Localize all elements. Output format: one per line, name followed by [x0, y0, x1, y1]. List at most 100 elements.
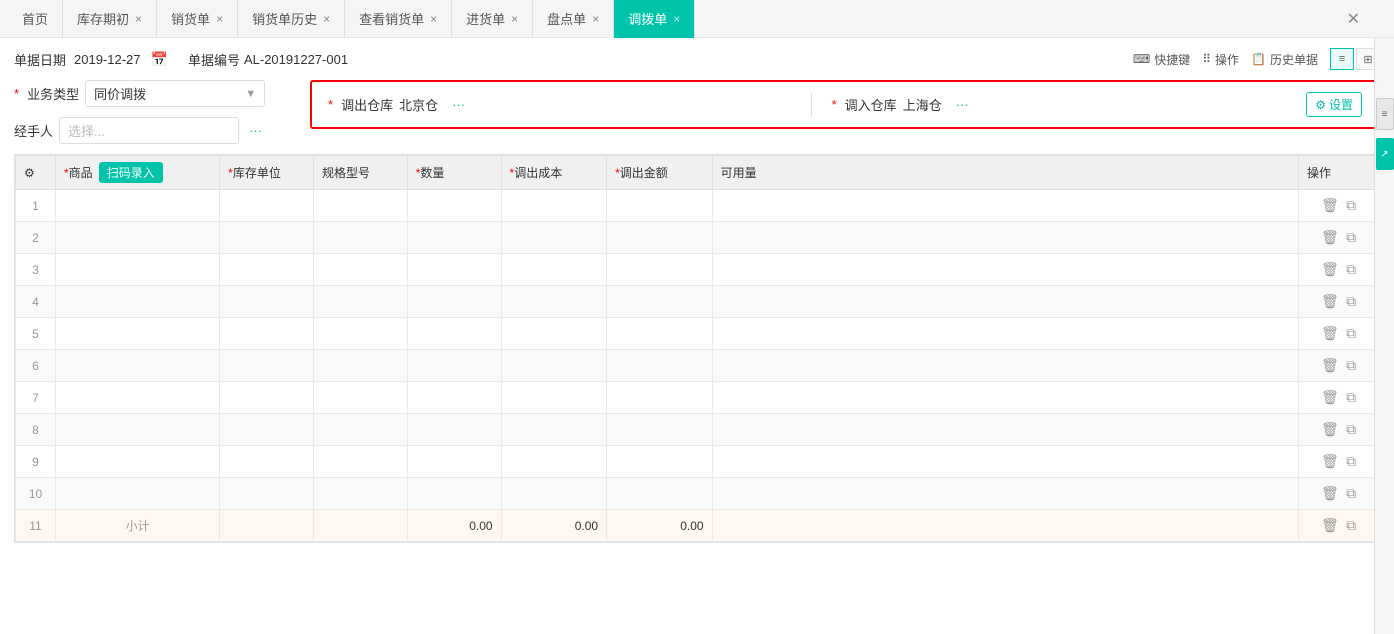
history-button[interactable]: 📋 历史单据	[1251, 51, 1318, 68]
amount-cell[interactable]	[607, 222, 713, 254]
unit-cell[interactable]	[220, 478, 314, 510]
cost-cell[interactable]	[501, 382, 607, 414]
product-cell[interactable]	[56, 478, 220, 510]
delete-row-icon[interactable]: 🗑	[1319, 483, 1341, 503]
unit-cell[interactable]	[220, 382, 314, 414]
tab-close-sales-order[interactable]: ×	[216, 12, 223, 26]
quantity-cell[interactable]	[407, 318, 501, 350]
cost-cell[interactable]	[501, 254, 607, 286]
amount-cell[interactable]	[607, 286, 713, 318]
business-type-select[interactable]: 同价调拨 ▼	[85, 80, 265, 107]
unit-cell[interactable]	[220, 414, 314, 446]
amount-cell[interactable]	[607, 190, 713, 222]
cost-cell[interactable]	[501, 222, 607, 254]
out-warehouse-more-icon[interactable]: ···	[452, 97, 465, 112]
spec-cell[interactable]	[313, 478, 407, 510]
quantity-cell[interactable]	[407, 254, 501, 286]
tab-view-sales[interactable]: 查看销货单 ×	[345, 0, 452, 38]
delete-row-icon[interactable]: 🗑	[1319, 259, 1341, 279]
spec-cell[interactable]	[313, 286, 407, 318]
spec-cell[interactable]	[313, 446, 407, 478]
right-list-tool[interactable]: ≡	[1376, 98, 1394, 130]
shortcut-button[interactable]: ⌨ 快捷键	[1133, 51, 1190, 68]
tab-inventory-check[interactable]: 盘点单 ×	[533, 0, 614, 38]
unit-cell[interactable]	[220, 446, 314, 478]
delete-row-icon[interactable]: 🗑	[1319, 195, 1341, 215]
copy-row-icon[interactable]: ⧉	[1344, 387, 1358, 407]
cost-cell[interactable]	[501, 446, 607, 478]
spec-cell[interactable]	[313, 222, 407, 254]
amount-cell[interactable]	[607, 478, 713, 510]
tab-sales-order[interactable]: 销货单 ×	[157, 0, 238, 38]
copy-row-icon[interactable]: ⧉	[1344, 291, 1358, 311]
spec-cell[interactable]	[313, 254, 407, 286]
product-cell[interactable]	[56, 286, 220, 318]
amount-cell[interactable]	[607, 382, 713, 414]
scan-button[interactable]: 扫码录入	[99, 162, 163, 183]
tab-purchase-order[interactable]: 进货单 ×	[452, 0, 533, 38]
quantity-cell[interactable]	[407, 414, 501, 446]
tab-close-purchase-order[interactable]: ×	[511, 12, 518, 26]
delete-icon[interactable]: 🗑	[1319, 515, 1341, 535]
product-cell[interactable]	[56, 446, 220, 478]
tab-inventory-init[interactable]: 库存期初 ×	[63, 0, 157, 38]
copy-row-icon[interactable]: ⧉	[1344, 227, 1358, 247]
delete-row-icon[interactable]: 🗑	[1319, 227, 1341, 247]
product-cell[interactable]	[56, 350, 220, 382]
copy-row-icon[interactable]: ⧉	[1344, 259, 1358, 279]
amount-cell[interactable]	[607, 318, 713, 350]
product-cell[interactable]	[56, 222, 220, 254]
close-all-tabs-button[interactable]: ✕	[1337, 0, 1370, 38]
spec-cell[interactable]	[313, 190, 407, 222]
quantity-cell[interactable]	[407, 190, 501, 222]
spec-cell[interactable]	[313, 382, 407, 414]
tab-transfer-order[interactable]: 调拨单 ×	[614, 0, 695, 38]
delete-row-icon[interactable]: 🗑	[1319, 387, 1341, 407]
amount-cell[interactable]	[607, 350, 713, 382]
unit-cell[interactable]	[220, 254, 314, 286]
quantity-cell[interactable]	[407, 478, 501, 510]
cost-cell[interactable]	[501, 318, 607, 350]
cost-cell[interactable]	[501, 286, 607, 318]
product-cell[interactable]	[56, 382, 220, 414]
tab-home[interactable]: 首页	[8, 0, 63, 38]
amount-cell[interactable]	[607, 414, 713, 446]
delete-row-icon[interactable]: 🗑	[1319, 451, 1341, 471]
quantity-cell[interactable]	[407, 446, 501, 478]
quantity-cell[interactable]	[407, 350, 501, 382]
handler-select[interactable]: 选择...	[59, 117, 239, 144]
product-cell[interactable]	[56, 190, 220, 222]
quantity-cell[interactable]	[407, 286, 501, 318]
amount-cell[interactable]	[607, 254, 713, 286]
cost-cell[interactable]	[501, 350, 607, 382]
layout-list-button[interactable]: ≡	[1330, 48, 1354, 70]
unit-cell[interactable]	[220, 190, 314, 222]
unit-cell[interactable]	[220, 318, 314, 350]
copy-row-icon[interactable]: ⧉	[1344, 451, 1358, 471]
tab-sales-history[interactable]: 销货单历史 ×	[238, 0, 345, 38]
amount-cell[interactable]	[607, 446, 713, 478]
copy-row-icon[interactable]: ⧉	[1344, 483, 1358, 503]
copy-row-icon[interactable]: ⧉	[1344, 195, 1358, 215]
product-cell[interactable]	[56, 414, 220, 446]
spec-cell[interactable]	[313, 318, 407, 350]
tab-close-transfer-order[interactable]: ×	[673, 12, 680, 26]
cost-cell[interactable]	[501, 190, 607, 222]
product-cell[interactable]	[56, 254, 220, 286]
spec-cell[interactable]	[313, 414, 407, 446]
unit-cell[interactable]	[220, 222, 314, 254]
delete-row-icon[interactable]: 🗑	[1319, 355, 1341, 375]
unit-cell[interactable]	[220, 286, 314, 318]
in-warehouse-more-icon[interactable]: ···	[956, 97, 969, 112]
operation-button[interactable]: ⠿ 操作	[1202, 51, 1239, 68]
delete-row-icon[interactable]: 🗑	[1319, 419, 1341, 439]
delete-row-icon[interactable]: 🗑	[1319, 291, 1341, 311]
tab-close-sales-history[interactable]: ×	[323, 12, 330, 26]
quantity-cell[interactable]	[407, 222, 501, 254]
spec-cell[interactable]	[313, 350, 407, 382]
tab-close-view-sales[interactable]: ×	[430, 12, 437, 26]
product-cell[interactable]	[56, 318, 220, 350]
right-expand-tool[interactable]: ↗	[1376, 138, 1394, 170]
delete-row-icon[interactable]: 🗑	[1319, 323, 1341, 343]
cost-cell[interactable]	[501, 414, 607, 446]
